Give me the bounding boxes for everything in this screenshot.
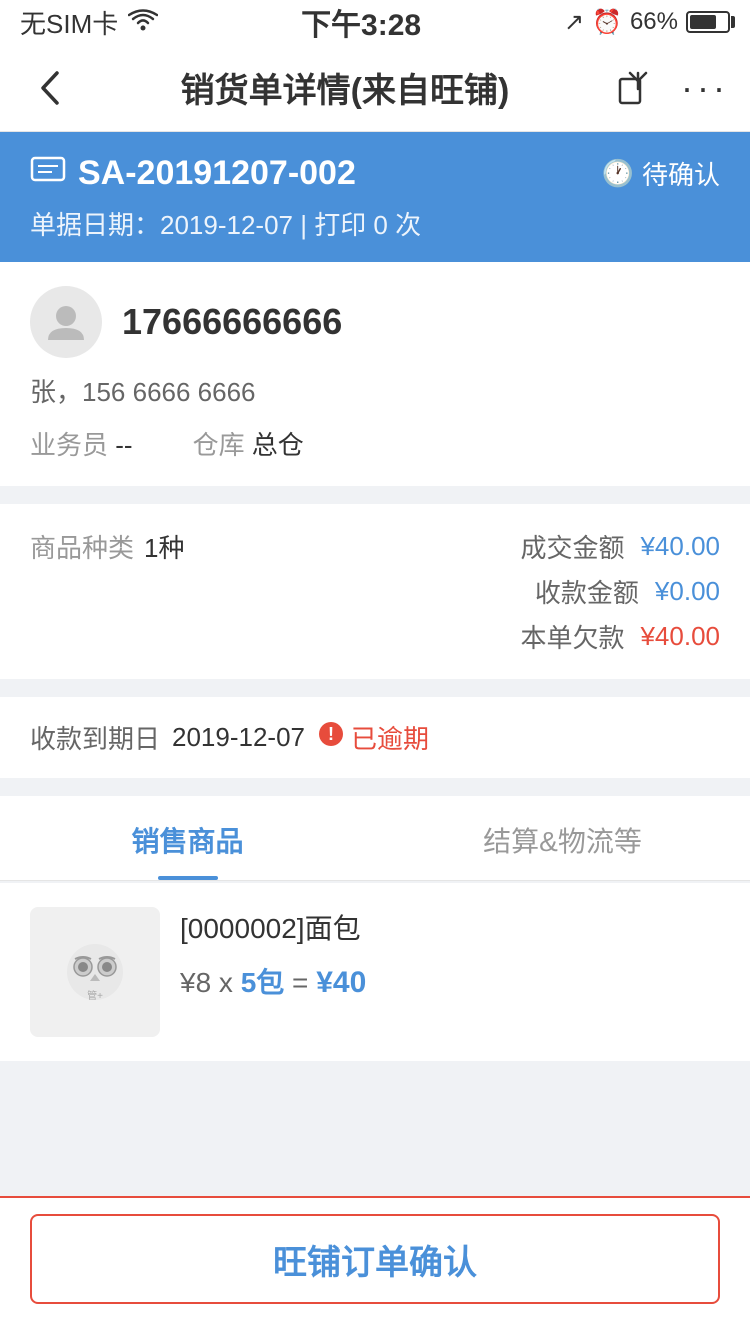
- nav-actions: ···: [610, 63, 730, 113]
- svg-text:!: !: [328, 724, 334, 744]
- order-header: SA-20191207-002 🕐 待确认 单据日期：2019-12-07 | …: [0, 132, 750, 262]
- due-date-card: 收款到期日 2019-12-07 ! 已逾期: [0, 697, 750, 778]
- order-id: SA-20191207-002: [30, 154, 356, 193]
- product-types-label: 商品种类: [30, 528, 134, 565]
- product-info: [0000002]面包 ¥8 x 5包 = ¥40: [180, 907, 720, 1001]
- payment-amount: ¥0.00: [655, 576, 720, 607]
- product-card: 管+ [0000002]面包 ¥8 x 5包 = ¥40: [0, 883, 750, 1061]
- tab-settlement[interactable]: 结算&物流等: [375, 796, 750, 880]
- overdue-badge: ! 已逾期: [317, 719, 429, 756]
- equals: =: [284, 967, 316, 998]
- divider-1: [0, 488, 750, 504]
- wifi-icon: [128, 7, 158, 38]
- owed-amount: ¥40.00: [640, 621, 720, 652]
- tab-products[interactable]: 销售商品: [0, 796, 375, 880]
- warehouse-label: 仓库: [193, 430, 252, 460]
- product-price: ¥8 x 5包 = ¥40: [180, 961, 720, 1001]
- salesperson-label: 业务员: [30, 430, 115, 460]
- clock-icon: 🕐: [602, 158, 634, 189]
- amount-section: 成交金额 ¥40.00 收款金额 ¥0.00 本单欠款 ¥40.00: [520, 528, 720, 655]
- bottom-bar: 旺铺订单确认: [0, 1196, 750, 1334]
- confirm-button[interactable]: 旺铺订单确认: [30, 1214, 720, 1304]
- more-icon: ···: [681, 67, 729, 109]
- battery-text: 66%: [630, 8, 678, 36]
- customer-meta: 业务员 -- 仓库 总仓: [30, 425, 720, 462]
- order-icon: [30, 154, 66, 193]
- divider-3: [0, 780, 750, 796]
- owed-label: 本单欠款: [520, 618, 624, 655]
- share-button[interactable]: [610, 63, 660, 113]
- product-name: [0000002]面包: [180, 907, 720, 947]
- warehouse-value: 总仓: [252, 430, 304, 460]
- warning-icon: !: [317, 720, 345, 755]
- customer-card: 17666666666 张，156 6666 6666 业务员 -- 仓库 总仓: [0, 262, 750, 486]
- due-date-label: 收款到期日: [30, 719, 160, 756]
- carrier-text: 无SIM卡: [20, 4, 118, 41]
- product-thumbnail: 管+: [30, 907, 160, 1037]
- alarm-icon: ⏰: [592, 8, 622, 37]
- status-time: 下午3:28: [301, 0, 421, 44]
- transaction-amount: ¥40.00: [640, 531, 720, 562]
- location-icon: ↗: [564, 8, 584, 37]
- salesperson-value: --: [115, 430, 132, 460]
- customer-name: 张，156 6666 6666: [30, 372, 720, 409]
- payment-label: 收款金额: [535, 573, 639, 610]
- more-button[interactable]: ···: [680, 63, 730, 113]
- due-date-value: 2019-12-07: [172, 722, 305, 753]
- order-status: 🕐 待确认: [602, 155, 720, 192]
- customer-phone: 17666666666: [122, 301, 342, 343]
- product-types-value: 1种: [144, 528, 184, 565]
- transaction-label: 成交金额: [520, 528, 624, 565]
- svg-text:管+: 管+: [87, 989, 103, 1002]
- summary-card: 商品种类 1种 成交金额 ¥40.00 收款金额 ¥0.00 本单欠款 ¥40.…: [0, 504, 750, 679]
- quantity: 5包: [241, 967, 285, 998]
- status-left: 无SIM卡: [20, 4, 158, 41]
- status-bar: 无SIM卡 下午3:28 ↗ ⏰ 66%: [0, 0, 750, 44]
- nav-bar: 销货单详情(来自旺铺) ···: [0, 44, 750, 132]
- divider-2: [0, 681, 750, 697]
- price-formula: ¥8 x: [180, 967, 241, 998]
- order-date: 单据日期：2019-12-07 | 打印 0 次: [30, 205, 720, 242]
- battery-icon: [686, 11, 730, 33]
- total-price: ¥40: [316, 966, 366, 999]
- avatar: [30, 286, 102, 358]
- tabs: 销售商品 结算&物流等: [0, 796, 750, 881]
- status-right: ↗ ⏰ 66%: [564, 8, 730, 37]
- back-button[interactable]: [20, 58, 80, 118]
- page-title: 销货单详情(来自旺铺): [80, 63, 610, 112]
